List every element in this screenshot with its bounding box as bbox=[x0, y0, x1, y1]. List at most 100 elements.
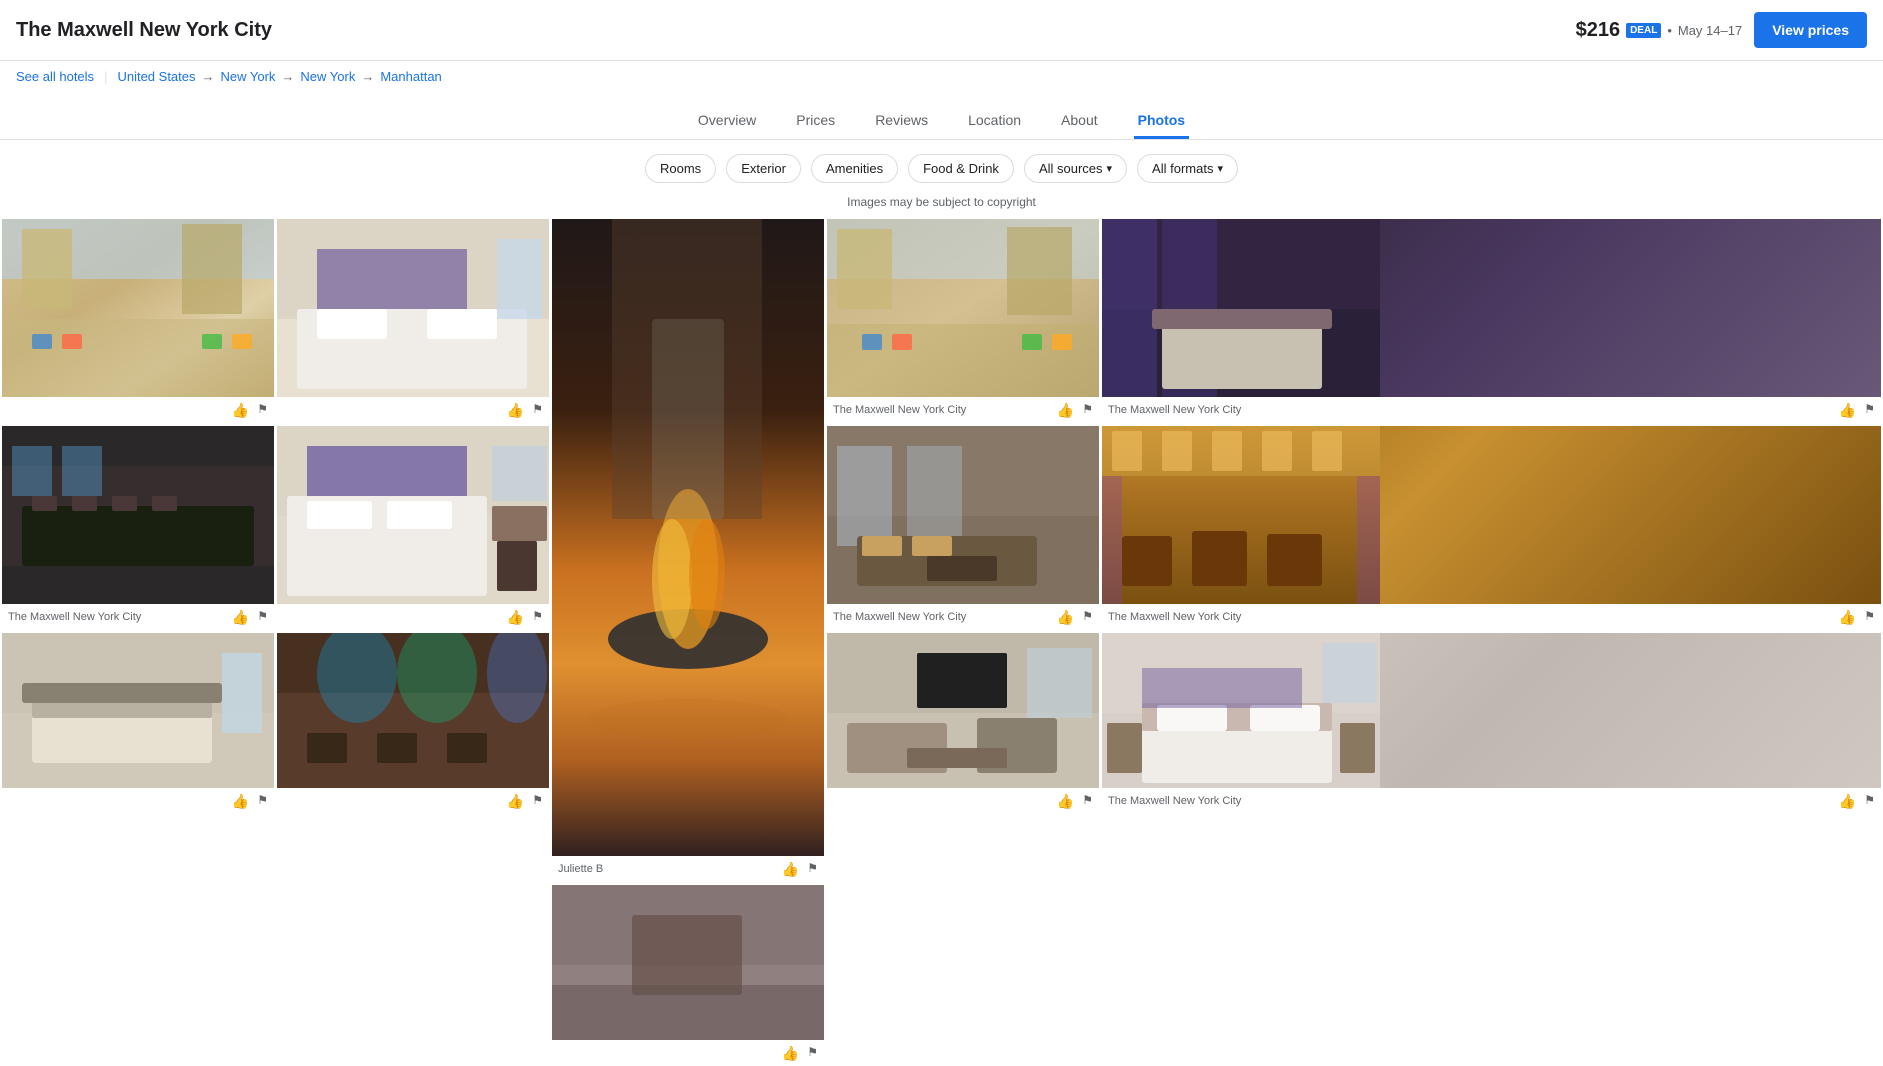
flag-icon-suite[interactable]: ⚑ bbox=[1082, 793, 1093, 810]
photo-cell-exterior-1: 👍 ⚑ bbox=[2, 219, 274, 423]
flag-icon-5-1[interactable]: ⚑ bbox=[1864, 402, 1875, 419]
flag-icon-5-2[interactable]: ⚑ bbox=[1864, 609, 1875, 626]
photo-actions-bright: 👍 ⚑ bbox=[1839, 793, 1875, 810]
tab-prices[interactable]: Prices bbox=[792, 104, 839, 139]
filter-all-formats[interactable]: All formats bbox=[1137, 154, 1238, 183]
thumbs-up-icon-suite[interactable]: 👍 bbox=[1057, 793, 1074, 810]
photo-cell-fire-large: Juliette B 👍 ⚑ bbox=[552, 219, 824, 882]
thumbs-up-icon-rb1[interactable]: 👍 bbox=[232, 793, 249, 810]
flag-icon[interactable]: ⚑ bbox=[257, 402, 268, 419]
breadcrumb-neighborhood[interactable]: Manhattan bbox=[380, 69, 441, 84]
photo-cell-small-center: 👍 ⚑ bbox=[552, 885, 824, 1066]
view-prices-button[interactable]: View prices bbox=[1754, 12, 1867, 48]
breadcrumb-state[interactable]: New York bbox=[221, 69, 276, 84]
photo-cell-room-1: 👍 ⚑ bbox=[277, 219, 549, 423]
flag-icon-rb1[interactable]: ⚑ bbox=[257, 793, 268, 810]
photo-room-bottom-1[interactable] bbox=[2, 633, 274, 788]
flag-icon-2-1[interactable]: ⚑ bbox=[532, 402, 543, 419]
tab-location[interactable]: Location bbox=[964, 104, 1025, 139]
thumbs-up-icon-gray[interactable]: 👍 bbox=[782, 1045, 799, 1062]
thumbs-up-icon-2-2[interactable]: 👍 bbox=[507, 609, 524, 626]
flag-icon-2[interactable]: ⚑ bbox=[257, 609, 268, 626]
thumbs-up-icon-bright[interactable]: 👍 bbox=[1839, 793, 1856, 810]
photo-footer-5-2: The Maxwell New York City 👍 ⚑ bbox=[1102, 604, 1881, 630]
photo-cell-room-2: 👍 ⚑ bbox=[277, 426, 549, 630]
flag-icon-bar[interactable]: ⚑ bbox=[532, 793, 543, 810]
flag-icon-fire[interactable]: ⚑ bbox=[807, 861, 818, 878]
photo-fire-large[interactable] bbox=[552, 219, 824, 856]
thumbs-up-icon-bar[interactable]: 👍 bbox=[507, 793, 524, 810]
filter-exterior[interactable]: Exterior bbox=[726, 154, 801, 183]
photo-exterior-2[interactable] bbox=[827, 219, 1099, 397]
photo-footer-4-1: The Maxwell New York City 👍 ⚑ bbox=[827, 397, 1099, 423]
photo-cell-restaurant-1: The Maxwell New York City 👍 ⚑ bbox=[1102, 426, 1881, 630]
tab-overview[interactable]: Overview bbox=[694, 104, 760, 139]
filter-rooms[interactable]: Rooms bbox=[645, 154, 716, 183]
photo-source-conf: The Maxwell New York City bbox=[8, 611, 141, 623]
thumbs-up-icon[interactable]: 👍 bbox=[232, 402, 249, 419]
thumbs-up-icon-4-1[interactable]: 👍 bbox=[1057, 402, 1074, 419]
photo-gray-1[interactable] bbox=[552, 885, 824, 1040]
photo-svg-bright bbox=[1102, 633, 1380, 788]
breadcrumb-city[interactable]: New York bbox=[300, 69, 355, 84]
breadcrumb-country[interactable]: United States bbox=[117, 69, 195, 84]
thumbs-up-icon-4-2[interactable]: 👍 bbox=[1057, 609, 1074, 626]
photo-cell-bar-1: 👍 ⚑ bbox=[277, 633, 549, 814]
tab-about[interactable]: About bbox=[1057, 104, 1102, 139]
photo-bright-room[interactable] bbox=[1102, 633, 1881, 788]
photo-row-1: 👍 ⚑ bbox=[0, 219, 1883, 1066]
photo-source-4-1: The Maxwell New York City bbox=[833, 404, 966, 416]
photo-footer-gray: 👍 ⚑ bbox=[552, 1040, 824, 1066]
tab-photos[interactable]: Photos bbox=[1134, 104, 1189, 139]
breadcrumb: See all hotels | United States → New Yor… bbox=[0, 61, 1883, 92]
nav-tabs: Overview Prices Reviews Location About P… bbox=[0, 92, 1883, 140]
photo-source-fire: Juliette B bbox=[558, 863, 603, 875]
photo-lobby-1[interactable] bbox=[827, 426, 1099, 604]
photo-cell-suite-1: 👍 ⚑ bbox=[827, 633, 1099, 814]
photo-cell-lobby-1: The Maxwell New York City 👍 ⚑ bbox=[827, 426, 1099, 630]
flag-icon-4-1[interactable]: ⚑ bbox=[1082, 402, 1093, 419]
copyright-notice: Images may be subject to copyright bbox=[0, 191, 1883, 219]
photo-actions-4-1: 👍 ⚑ bbox=[1057, 402, 1093, 419]
header-right: $216 DEAL • May 14–17 View prices bbox=[1576, 12, 1867, 48]
photo-actions-5-1: 👍 ⚑ bbox=[1839, 402, 1875, 419]
photo-svg-restaurant bbox=[1102, 426, 1380, 604]
page-header: The Maxwell New York City $216 DEAL • Ma… bbox=[0, 0, 1883, 61]
flag-icon-4-2[interactable]: ⚑ bbox=[1082, 609, 1093, 626]
photo-bar-1[interactable] bbox=[277, 633, 549, 788]
tab-reviews[interactable]: Reviews bbox=[871, 104, 932, 139]
breadcrumb-see-all[interactable]: See all hotels bbox=[16, 69, 94, 84]
photo-footer-1-1: 👍 ⚑ bbox=[2, 397, 274, 423]
thumbs-up-icon-2-1[interactable]: 👍 bbox=[507, 402, 524, 419]
photo-source-4-2: The Maxwell New York City bbox=[833, 611, 966, 623]
photo-exterior-1[interactable] bbox=[2, 219, 274, 397]
thumbs-up-icon-5-1[interactable]: 👍 bbox=[1839, 402, 1856, 419]
photo-room2-1[interactable] bbox=[1102, 219, 1881, 397]
filter-food-drink[interactable]: Food & Drink bbox=[908, 154, 1014, 183]
flag-icon-gray[interactable]: ⚑ bbox=[807, 1045, 818, 1062]
photo-suite-1[interactable] bbox=[827, 633, 1099, 788]
date-range: May 14–17 bbox=[1678, 23, 1742, 38]
flag-icon-2-2[interactable]: ⚑ bbox=[532, 609, 543, 626]
thumbs-up-icon-fire[interactable]: 👍 bbox=[782, 861, 799, 878]
photo-conf-1[interactable] bbox=[2, 426, 274, 604]
thumbs-up-icon-5-2[interactable]: 👍 bbox=[1839, 609, 1856, 626]
thumbs-up-icon-2[interactable]: 👍 bbox=[232, 609, 249, 626]
photo-svg-room2-1 bbox=[1102, 219, 1380, 397]
breadcrumb-pipe: | bbox=[104, 69, 107, 84]
photo-actions-1-2: 👍 ⚑ bbox=[232, 609, 268, 626]
arrow-icon-2: → bbox=[281, 69, 294, 84]
photo-room-2[interactable] bbox=[277, 426, 549, 604]
photo-actions-gray: 👍 ⚑ bbox=[782, 1045, 818, 1062]
photo-restaurant-1[interactable] bbox=[1102, 426, 1881, 604]
filter-bar: Rooms Exterior Amenities Food & Drink Al… bbox=[0, 140, 1883, 191]
filter-all-sources[interactable]: All sources bbox=[1024, 154, 1127, 183]
photo-footer-r-b1: 👍 ⚑ bbox=[2, 788, 274, 814]
photo-actions-1-1: 👍 ⚑ bbox=[232, 402, 268, 419]
photo-room-1[interactable] bbox=[277, 219, 549, 397]
filter-amenities[interactable]: Amenities bbox=[811, 154, 898, 183]
photo-cell-room-bottom-1: 👍 ⚑ bbox=[2, 633, 274, 814]
photo-footer-4-2: The Maxwell New York City 👍 ⚑ bbox=[827, 604, 1099, 630]
photo-svg-conf bbox=[2, 426, 274, 604]
flag-icon-bright[interactable]: ⚑ bbox=[1864, 793, 1875, 810]
